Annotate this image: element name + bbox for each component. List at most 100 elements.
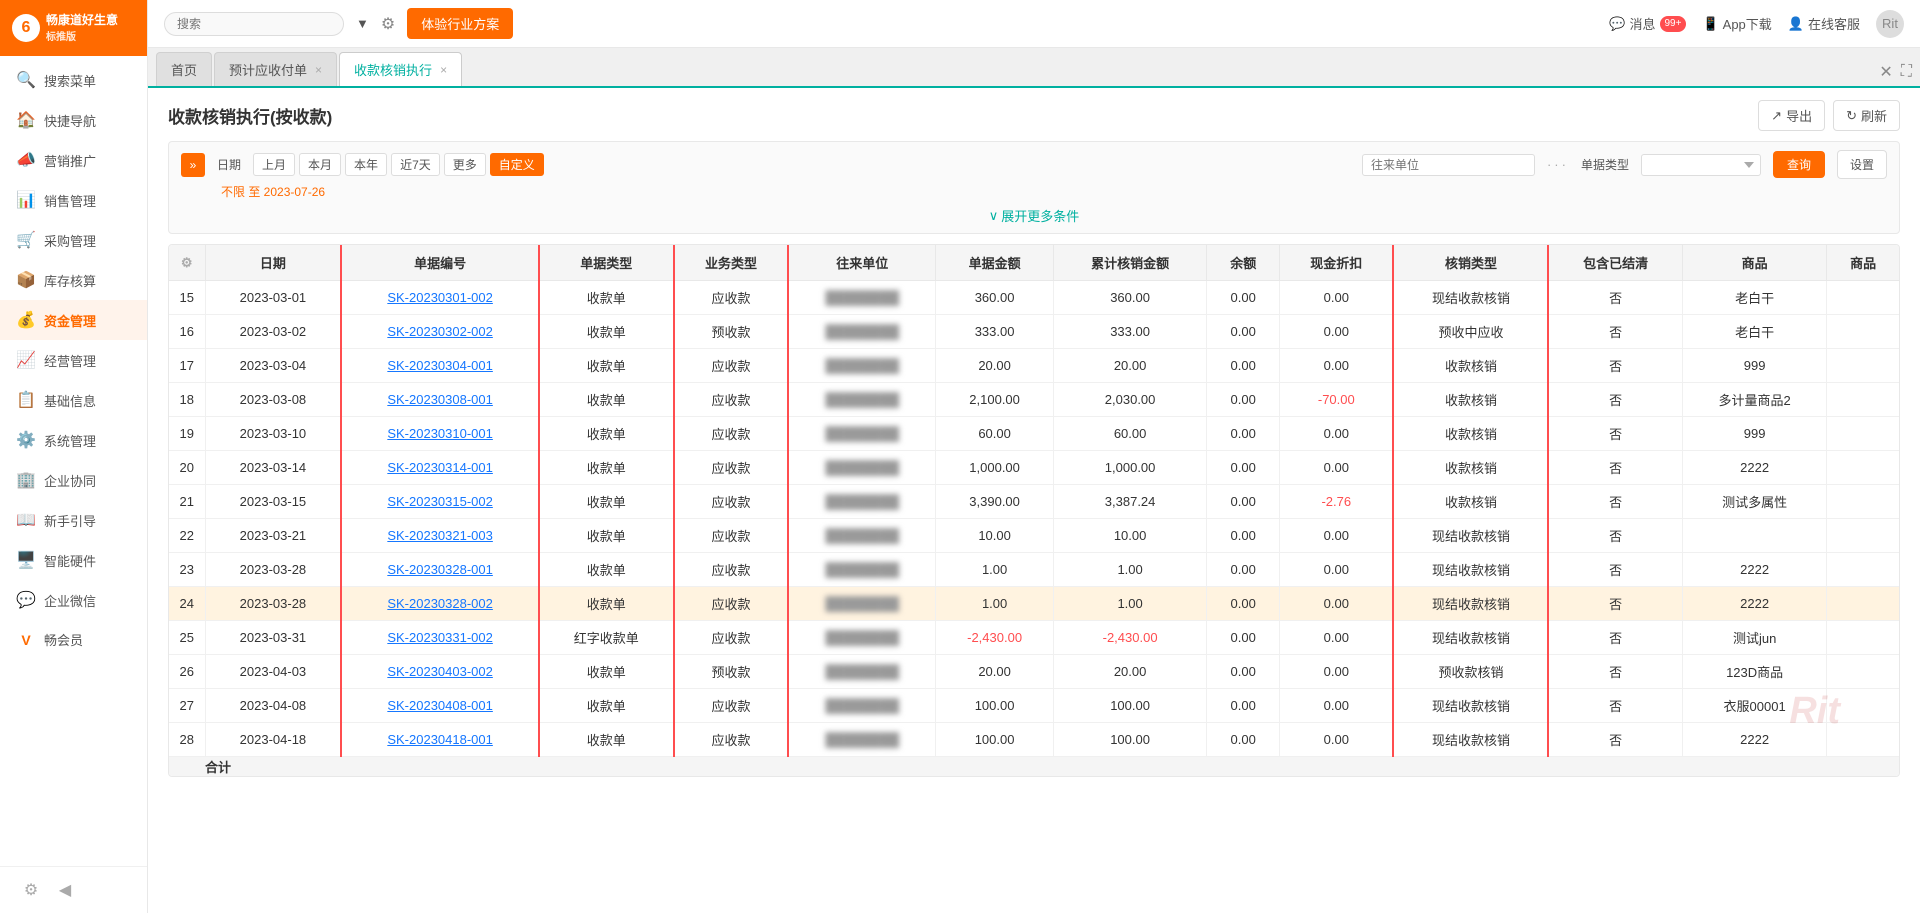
- td-doc-no[interactable]: SK-20230304-001: [341, 349, 539, 383]
- logo-text: 畅康道好生意 标推版: [46, 13, 118, 44]
- tabs-bar-right: ✕ ⛶: [1879, 62, 1912, 86]
- user-avatar[interactable]: Rit: [1876, 10, 1904, 38]
- td-id: 22: [169, 519, 205, 553]
- td-cash-discount: 0.00: [1280, 587, 1394, 621]
- td-doc-type: 收款单: [539, 519, 674, 553]
- sidebar-item-system[interactable]: ⚙️ 系统管理: [0, 420, 147, 460]
- date-btn-this-year[interactable]: 本年: [345, 153, 387, 176]
- th-include-cleared: 包含已结清: [1548, 245, 1682, 281]
- sidebar-item-quicknav[interactable]: 🏠 快捷导航: [0, 100, 147, 140]
- sidebar-item-weixin[interactable]: 💬 企业微信: [0, 580, 147, 620]
- th-settings[interactable]: ⚙: [169, 245, 205, 281]
- sidebar-item-member[interactable]: V 畅会员: [0, 620, 147, 659]
- search-icon: 🔍: [16, 70, 36, 90]
- td-doc-no[interactable]: SK-20230328-002: [341, 587, 539, 621]
- sidebar-item-finance[interactable]: 💰 资金管理: [0, 300, 147, 340]
- refresh-btn[interactable]: ↻ 刷新: [1833, 100, 1900, 131]
- td-doc-no[interactable]: SK-20230331-002: [341, 621, 539, 655]
- td-doc-no[interactable]: SK-20230314-001: [341, 451, 539, 485]
- corp-icon: 🏢: [16, 470, 36, 490]
- td-doc-no[interactable]: SK-20230328-001: [341, 553, 539, 587]
- sidebar-item-guide[interactable]: 📖 新手引导: [0, 500, 147, 540]
- td-write-off: 100.00: [1053, 689, 1206, 723]
- tab-prepay[interactable]: 预计应收付单 ×: [214, 52, 337, 86]
- query-btn[interactable]: 查询: [1773, 151, 1825, 178]
- topbar-dropdown[interactable]: ▼: [356, 16, 369, 31]
- td-doc-no[interactable]: SK-20230403-002: [341, 655, 539, 689]
- sidebar-item-hardware[interactable]: 🖥️ 智能硬件: [0, 540, 147, 580]
- sidebar-item-operation[interactable]: 📈 经营管理: [0, 340, 147, 380]
- td-doc-no[interactable]: SK-20230321-003: [341, 519, 539, 553]
- td-partner: ████████: [788, 451, 935, 485]
- td-balance: 0.00: [1207, 315, 1280, 349]
- td-doc-no[interactable]: SK-20230302-002: [341, 315, 539, 349]
- sidebar-item-search[interactable]: 🔍 搜索菜单: [0, 60, 147, 100]
- td-doc-no[interactable]: SK-20230408-001: [341, 689, 539, 723]
- date-btn-7days[interactable]: 近7天: [391, 153, 440, 176]
- td-product1: 2222: [1682, 451, 1826, 485]
- gear-icon[interactable]: ⚙: [381, 14, 395, 34]
- filter-toggle-btn[interactable]: »: [181, 153, 205, 177]
- date-btn-more[interactable]: 更多: [444, 153, 486, 176]
- app-download-item[interactable]: 📱 App下载: [1702, 14, 1771, 33]
- td-doc-no[interactable]: SK-20230418-001: [341, 723, 539, 757]
- tab-prepay-close[interactable]: ×: [315, 63, 322, 77]
- sidebar-item-sales[interactable]: 📊 销售管理: [0, 180, 147, 220]
- settings-btn[interactable]: 设置: [1837, 150, 1887, 179]
- collapse-icon[interactable]: ◀: [50, 875, 80, 905]
- td-biz-type: 应收款: [674, 281, 789, 315]
- sidebar-item-purchase[interactable]: 🛒 采购管理: [0, 220, 147, 260]
- tab-collection[interactable]: 收款核销执行 ×: [339, 52, 462, 86]
- td-include-cleared: 否: [1548, 451, 1682, 485]
- date-btn-this-month[interactable]: 本月: [299, 153, 341, 176]
- td-balance: 0.00: [1207, 383, 1280, 417]
- date-btn-last-month[interactable]: 上月: [253, 153, 295, 176]
- date-range-row: 不限 至 2023-07-26: [181, 183, 1887, 200]
- th-balance: 余额: [1207, 245, 1280, 281]
- td-partner: ████████: [788, 553, 935, 587]
- td-doc-no[interactable]: SK-20230301-002: [341, 281, 539, 315]
- td-writeoff-type: 预收中应收: [1393, 315, 1548, 349]
- export-btn[interactable]: ↗ 导出: [1758, 100, 1825, 131]
- sidebar-item-label: 基础信息: [44, 391, 96, 410]
- expand-btn[interactable]: ∨ 展开更多条件: [989, 206, 1080, 225]
- sidebar-item-corp[interactable]: 🏢 企业协同: [0, 460, 147, 500]
- td-write-off: 1.00: [1053, 553, 1206, 587]
- td-doc-no[interactable]: SK-20230310-001: [341, 417, 539, 451]
- solution-btn[interactable]: 体验行业方案: [407, 8, 513, 39]
- sidebar-bottom: ⚙ ◀: [0, 866, 147, 913]
- td-date: 2023-04-03: [205, 655, 341, 689]
- tab-home[interactable]: 首页: [156, 52, 212, 86]
- date-btn-custom[interactable]: 自定义: [490, 153, 544, 176]
- td-include-cleared: 否: [1548, 519, 1682, 553]
- td-date: 2023-03-28: [205, 553, 341, 587]
- system-icon: ⚙️: [16, 430, 36, 450]
- sidebar-item-marketing[interactable]: 📣 营销推广: [0, 140, 147, 180]
- td-balance: 0.00: [1207, 349, 1280, 383]
- td-include-cleared: 否: [1548, 655, 1682, 689]
- sidebar-item-basic[interactable]: 📋 基础信息: [0, 380, 147, 420]
- td-doc-no[interactable]: SK-20230308-001: [341, 383, 539, 417]
- td-biz-type: 应收款: [674, 553, 789, 587]
- td-writeoff-type: 现结收款核销: [1393, 553, 1548, 587]
- data-table: ⚙ 日期 单据编号 单据类型 业务类型 往来单位 单据金额 累计核销金额 余额 …: [169, 245, 1899, 776]
- td-product1: 测试jun: [1682, 621, 1826, 655]
- td-write-off: -2,430.00: [1053, 621, 1206, 655]
- online-service-item[interactable]: 👤 在线客服: [1788, 14, 1860, 33]
- td-partner: ████████: [788, 315, 935, 349]
- td-writeoff-type: 现结收款核销: [1393, 689, 1548, 723]
- tab-collection-close[interactable]: ×: [440, 63, 447, 77]
- partner-input[interactable]: [1362, 154, 1535, 176]
- search-input[interactable]: [164, 12, 344, 36]
- th-write-off: 累计核销金额: [1053, 245, 1206, 281]
- td-doc-no[interactable]: SK-20230315-002: [341, 485, 539, 519]
- settings-bottom-icon[interactable]: ⚙: [16, 875, 46, 905]
- message-item[interactable]: 💬 消息 99+: [1609, 14, 1686, 33]
- td-biz-type: 应收款: [674, 383, 789, 417]
- td-id: 23: [169, 553, 205, 587]
- maximize-icon[interactable]: ⛶: [1901, 63, 1912, 81]
- doc-type-select[interactable]: [1641, 154, 1761, 176]
- close-all-icon[interactable]: ✕: [1879, 62, 1892, 82]
- sidebar-item-inventory[interactable]: 📦 库存核算: [0, 260, 147, 300]
- td-include-cleared: 否: [1548, 587, 1682, 621]
